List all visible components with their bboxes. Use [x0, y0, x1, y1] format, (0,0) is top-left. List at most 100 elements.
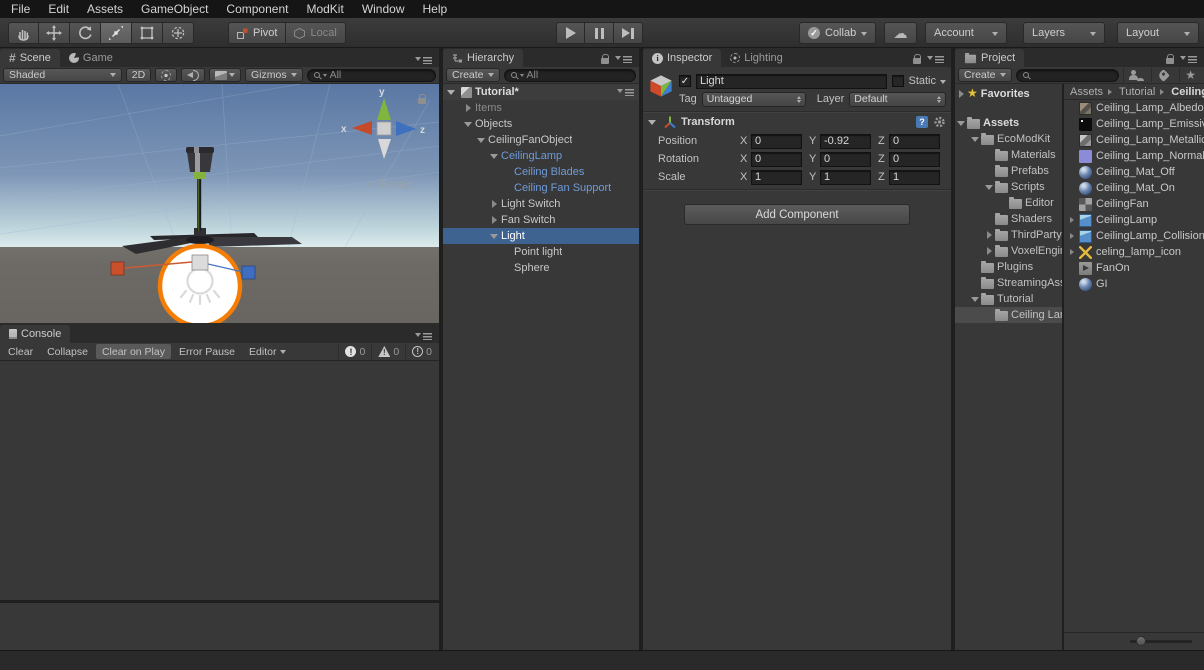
expand-arrow-icon[interactable]: [1068, 201, 1079, 207]
expand-arrow-icon[interactable]: [490, 200, 501, 208]
viewport-lock-icon[interactable]: [418, 98, 426, 104]
console-log-list[interactable]: [0, 361, 439, 600]
x-value-field[interactable]: 0: [751, 152, 802, 167]
scene-viewport[interactable]: y x z < Persp: [0, 84, 439, 323]
asset-row[interactable]: Ceiling_Lamp_Normal: [1064, 148, 1204, 164]
hierarchy-item[interactable]: Point light: [443, 244, 639, 260]
project-tree-item[interactable]: Tutorial: [955, 291, 1062, 307]
move-tool-button[interactable]: [39, 22, 70, 44]
y-value-field[interactable]: 1: [820, 170, 871, 185]
tab-project[interactable]: Project: [955, 49, 1024, 67]
menu-item[interactable]: Window: [353, 0, 414, 18]
thumbnail-size-slider[interactable]: [1130, 640, 1192, 643]
z-value-field[interactable]: 1: [889, 170, 940, 185]
menu-item[interactable]: Assets: [78, 0, 132, 18]
info-count-toggle[interactable]: 0: [338, 344, 371, 359]
project-tree-item[interactable]: Plugins: [955, 259, 1062, 275]
hierarchy-item[interactable]: Ceiling Blades: [443, 164, 639, 180]
project-tree-item[interactable]: StreamingAssets: [955, 275, 1062, 291]
tab-game[interactable]: Game: [60, 49, 122, 67]
asset-row[interactable]: FanOn: [1064, 260, 1204, 276]
console-toolbar-button[interactable]: Editor: [243, 344, 292, 359]
hierarchy-create-dropdown[interactable]: Create: [446, 68, 500, 82]
add-component-button[interactable]: Add Component: [684, 204, 910, 225]
layer-dropdown[interactable]: Default: [849, 92, 946, 107]
tab-hierarchy[interactable]: Hierarchy: [443, 49, 523, 67]
hierarchy-scene-row[interactable]: Tutorial*: [443, 84, 639, 100]
project-tree-item[interactable]: Shaders: [955, 211, 1062, 227]
asset-row[interactable]: GI: [1064, 276, 1204, 292]
transform-component-header[interactable]: Transform: [643, 112, 951, 132]
project-tree-item[interactable]: Materials: [955, 147, 1062, 163]
scene-menu-icon[interactable]: [617, 89, 634, 96]
panel-menu-icon[interactable]: [415, 333, 432, 340]
x-value-field[interactable]: 1: [751, 170, 802, 185]
project-tree-item[interactable]: Scripts: [955, 179, 1062, 195]
y-value-field[interactable]: -0.92: [820, 134, 871, 149]
asset-row[interactable]: Ceiling_Lamp_Metallic: [1064, 132, 1204, 148]
search-by-label-button[interactable]: [1151, 68, 1175, 82]
expand-arrow-icon[interactable]: [957, 117, 967, 130]
expand-arrow-icon[interactable]: [477, 134, 488, 147]
panel-menu-icon[interactable]: [615, 56, 632, 63]
slider-knob[interactable]: [1136, 636, 1146, 646]
tab-scene[interactable]: Scene: [0, 49, 60, 67]
asset-row[interactable]: CeilingFan: [1064, 196, 1204, 212]
hierarchy-item[interactable]: CeilingFanObject: [443, 132, 639, 148]
expand-arrow-icon[interactable]: [1068, 105, 1079, 111]
project-search-input[interactable]: [1016, 69, 1120, 82]
panel-menu-icon[interactable]: [1180, 56, 1197, 63]
project-tree-item[interactable]: ThirdParty: [955, 227, 1062, 243]
expand-arrow-icon[interactable]: [1068, 169, 1079, 175]
project-tree-item[interactable]: Favorites: [955, 86, 1062, 102]
hierarchy-item[interactable]: Light: [443, 228, 639, 244]
menu-item[interactable]: ModKit: [297, 0, 352, 18]
expand-arrow-icon[interactable]: [971, 133, 981, 146]
hand-tool-button[interactable]: [8, 22, 39, 44]
menu-item[interactable]: Component: [217, 0, 297, 18]
console-toolbar-button[interactable]: Clear: [2, 344, 39, 359]
expand-arrow-icon[interactable]: [490, 216, 501, 224]
layout-dropdown[interactable]: Layout: [1117, 22, 1199, 44]
expand-arrow-icon[interactable]: [490, 230, 501, 243]
tab-lighting[interactable]: Lighting: [721, 49, 792, 67]
expand-arrow-icon[interactable]: [1068, 265, 1079, 271]
shading-mode-dropdown[interactable]: Shaded: [3, 68, 122, 82]
gear-icon[interactable]: [933, 116, 946, 128]
z-value-field[interactable]: 0: [889, 134, 940, 149]
expand-arrow-icon[interactable]: [1068, 137, 1079, 143]
account-dropdown[interactable]: Account: [925, 22, 1007, 44]
scene-search-input[interactable]: All: [307, 69, 436, 82]
asset-row[interactable]: CeilingLamp: [1064, 212, 1204, 228]
expand-arrow-icon[interactable]: [985, 181, 995, 194]
active-checkbox[interactable]: [679, 75, 691, 87]
local-toggle-button[interactable]: Local: [286, 22, 345, 44]
scale-gizmo-x-handle[interactable]: [111, 262, 124, 275]
tag-dropdown[interactable]: Untagged: [702, 92, 806, 107]
rotate-tool-button[interactable]: [70, 22, 101, 44]
static-checkbox[interactable]: [892, 75, 904, 87]
persp-mode-label[interactable]: < Persp: [368, 177, 413, 191]
play-button[interactable]: [556, 22, 585, 44]
expand-arrow-icon[interactable]: [464, 104, 475, 112]
hierarchy-item[interactable]: Light Switch: [443, 196, 639, 212]
static-dropdown-caret[interactable]: [940, 80, 946, 87]
rect-tool-button[interactable]: [132, 22, 163, 44]
project-tree-item[interactable]: Ceiling Lamp: [955, 307, 1062, 323]
expand-arrow-icon[interactable]: [985, 247, 995, 255]
gameobject-name-field[interactable]: Light: [696, 74, 887, 89]
scene-lighting-toggle[interactable]: [155, 68, 177, 82]
panel-menu-icon[interactable]: [415, 57, 432, 64]
scale-gizmo-z-handle[interactable]: [242, 266, 255, 279]
error-count-toggle[interactable]: 0: [405, 344, 438, 359]
menu-item[interactable]: Edit: [39, 0, 78, 18]
project-tree-item[interactable]: Prefabs: [955, 163, 1062, 179]
asset-row[interactable]: Ceiling_Mat_Off: [1064, 164, 1204, 180]
project-tree-item[interactable]: Editor: [955, 195, 1062, 211]
expand-arrow-icon[interactable]: [447, 86, 458, 99]
scale-tool-button[interactable]: [101, 22, 132, 44]
search-by-type-button[interactable]: [1123, 68, 1147, 82]
project-tree-item[interactable]: VoxelEngine: [955, 243, 1062, 259]
asset-row[interactable]: Ceiling_Lamp_Albedo: [1064, 100, 1204, 116]
lock-icon[interactable]: [601, 58, 609, 64]
